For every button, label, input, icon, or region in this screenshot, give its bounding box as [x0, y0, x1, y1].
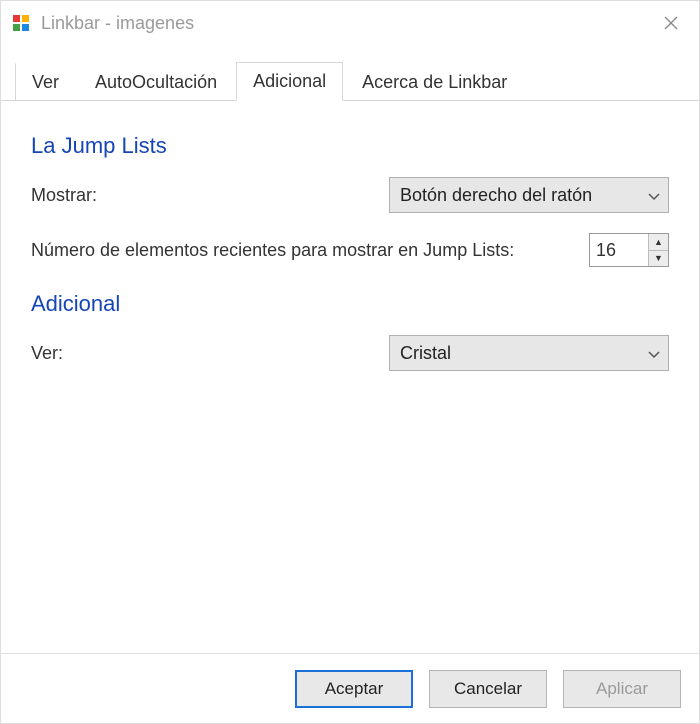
tabs-row: Ver AutoOcultación Adicional Acerca de L… [1, 45, 699, 101]
spinner-recent-value: 16 [590, 234, 648, 266]
tab-adicional[interactable]: Adicional [236, 62, 343, 101]
combo-ver[interactable]: Cristal [389, 335, 669, 371]
section-title-jump-lists: La Jump Lists [31, 133, 669, 159]
chevron-down-icon [648, 185, 660, 206]
dialog-window: Linkbar - imagenes Ver AutoOcultación Ad… [0, 0, 700, 724]
chevron-down-icon [648, 343, 660, 364]
app-icon [11, 13, 31, 33]
close-icon[interactable] [651, 8, 691, 38]
accept-button[interactable]: Aceptar [295, 670, 413, 708]
combo-mostrar[interactable]: Botón derecho del ratón [389, 177, 669, 213]
label-recent-count: Número de elementos recientes para mostr… [31, 237, 569, 264]
spinner-up-icon[interactable]: ▲ [649, 234, 668, 251]
tab-panel-adicional: La Jump Lists Mostrar: Botón derecho del… [1, 101, 699, 653]
spinner-recent-count[interactable]: 16 ▲ ▼ [589, 233, 669, 267]
titlebar: Linkbar - imagenes [1, 1, 699, 45]
apply-button: Aplicar [563, 670, 681, 708]
spinner-down-icon[interactable]: ▼ [649, 251, 668, 267]
cancel-button[interactable]: Cancelar [429, 670, 547, 708]
combo-ver-value: Cristal [400, 343, 648, 364]
tab-ver[interactable]: Ver [15, 63, 76, 101]
window-title: Linkbar - imagenes [41, 13, 651, 34]
label-ver: Ver: [31, 343, 389, 364]
tab-autoocultacion[interactable]: AutoOcultación [78, 63, 234, 101]
tab-acerca[interactable]: Acerca de Linkbar [345, 63, 524, 101]
section-title-adicional: Adicional [31, 291, 669, 317]
label-mostrar: Mostrar: [31, 185, 389, 206]
combo-mostrar-value: Botón derecho del ratón [400, 185, 648, 206]
dialog-footer: Aceptar Cancelar Aplicar [1, 653, 699, 723]
